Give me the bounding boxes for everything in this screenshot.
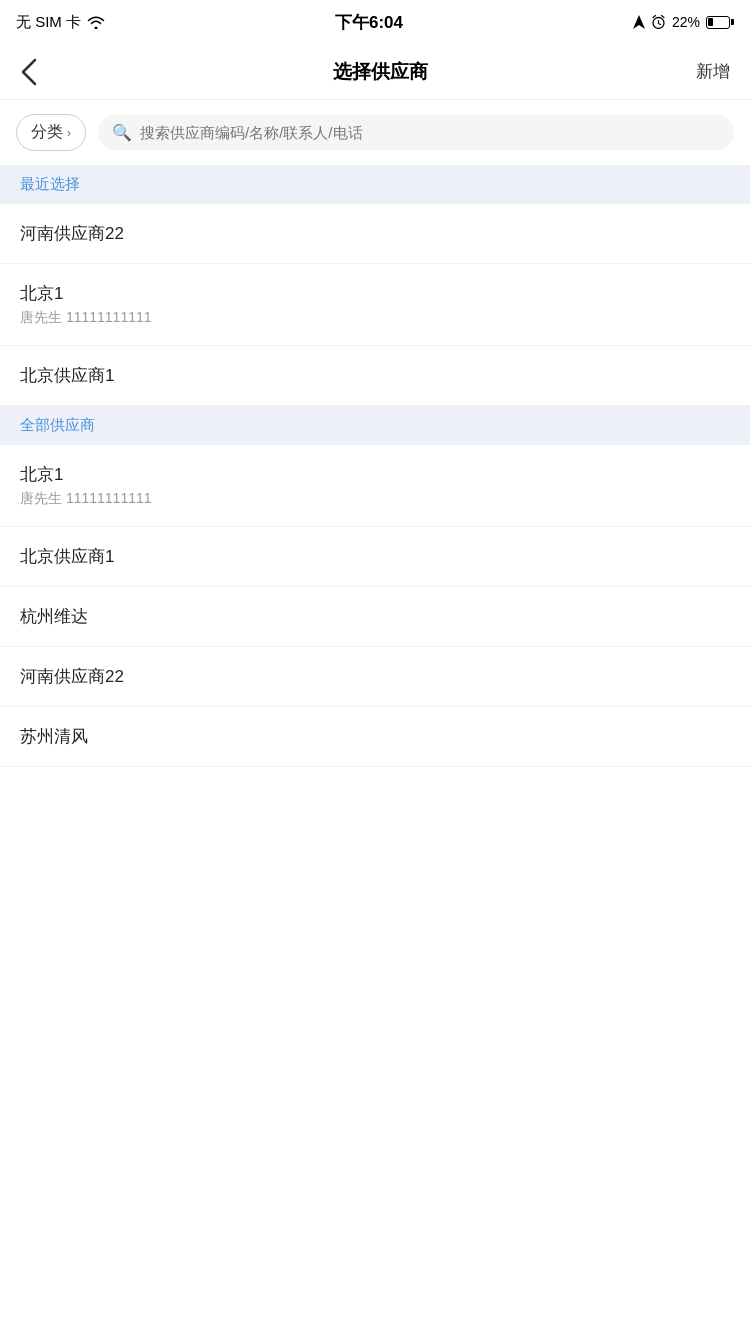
search-icon: 🔍 — [112, 123, 132, 142]
list-item[interactable]: 河南供应商22 — [0, 204, 750, 264]
list-item[interactable]: 北京1 唐先生 11111111111 — [0, 445, 750, 527]
list-item[interactable]: 河南供应商22 — [0, 647, 750, 707]
all-section-label: 全部供应商 — [20, 416, 95, 433]
status-time: 下午6:04 — [335, 11, 403, 34]
search-input-wrap[interactable]: 🔍 — [98, 115, 734, 150]
alarm-icon — [651, 15, 666, 30]
wifi-icon — [87, 15, 105, 29]
category-label: 分类 — [31, 122, 63, 143]
battery-icon — [706, 16, 734, 29]
all-items-list: 北京1 唐先生 11111111111 北京供应商1 杭州维达 河南供应商22 … — [0, 445, 750, 767]
location-icon — [633, 15, 645, 29]
status-carrier-wifi: 无 SIM 卡 — [16, 13, 105, 32]
recent-section-label: 最近选择 — [20, 175, 80, 192]
item-name: 苏州清风 — [20, 725, 730, 748]
new-button[interactable]: 新增 — [696, 60, 730, 83]
status-indicators: 22% — [633, 14, 734, 30]
item-name: 北京1 — [20, 282, 730, 305]
list-item[interactable]: 杭州维达 — [0, 587, 750, 647]
category-button[interactable]: 分类 › — [16, 114, 86, 151]
page-title: 选择供应商 — [333, 59, 428, 85]
item-name: 河南供应商22 — [20, 222, 730, 245]
item-name: 河南供应商22 — [20, 665, 730, 688]
item-subtitle: 唐先生 11111111111 — [20, 490, 730, 508]
recent-section-header: 最近选择 — [0, 165, 750, 204]
chevron-right-icon: › — [67, 126, 71, 140]
nav-bar: 选择供应商 新增 — [0, 44, 750, 100]
list-item[interactable]: 北京1 唐先生 11111111111 — [0, 264, 750, 346]
all-section-header: 全部供应商 — [0, 406, 750, 445]
item-name: 北京供应商1 — [20, 364, 730, 387]
search-input[interactable] — [140, 124, 720, 141]
list-item[interactable]: 苏州清风 — [0, 707, 750, 767]
battery-percent: 22% — [672, 14, 700, 30]
item-name: 北京1 — [20, 463, 730, 486]
carrier-text: 无 SIM 卡 — [16, 13, 81, 32]
list-item[interactable]: 北京供应商1 — [0, 527, 750, 587]
search-bar: 分类 › 🔍 — [0, 100, 750, 165]
status-bar: 无 SIM 卡 下午6:04 22% — [0, 0, 750, 44]
item-name: 北京供应商1 — [20, 545, 730, 568]
item-name: 杭州维达 — [20, 605, 730, 628]
list-item[interactable]: 北京供应商1 — [0, 346, 750, 406]
back-button[interactable] — [20, 57, 64, 87]
item-subtitle: 唐先生 11111111111 — [20, 309, 730, 327]
recent-items-list: 河南供应商22 北京1 唐先生 11111111111 北京供应商1 — [0, 204, 750, 406]
